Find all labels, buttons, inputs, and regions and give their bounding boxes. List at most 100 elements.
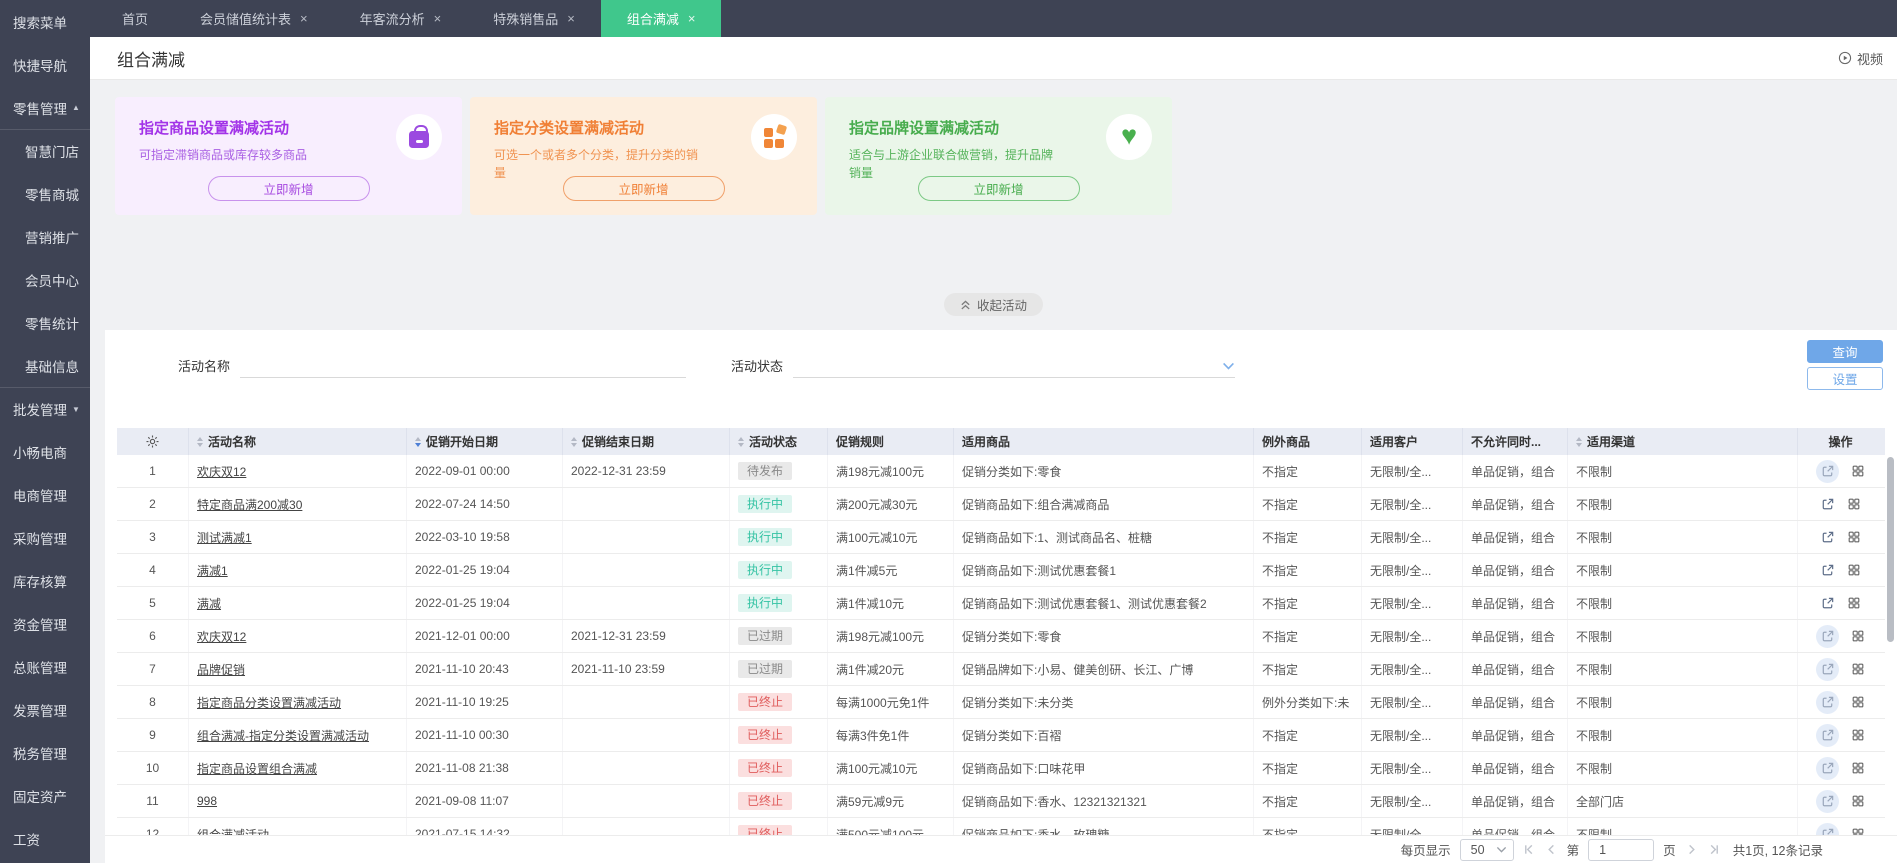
- related-items-icon[interactable]: [1851, 761, 1865, 775]
- activity-name-link[interactable]: 组合满减-指定分类设置满减活动: [197, 727, 369, 744]
- search-button[interactable]: 查询: [1807, 340, 1883, 363]
- prev-page-icon[interactable]: [1545, 843, 1558, 856]
- add-now-button[interactable]: 立即新增: [207, 176, 370, 201]
- sidebar-item[interactable]: 快捷导航: [0, 43, 90, 86]
- open-activity-icon[interactable]: [1816, 756, 1839, 780]
- open-activity-icon[interactable]: [1816, 690, 1839, 714]
- sidebar-item[interactable]: 税务管理: [0, 731, 90, 774]
- add-now-button[interactable]: 立即新增: [917, 176, 1080, 201]
- promo-card: 指定分类设置满减活动 可选一个或者多个分类，提升分类的销量 立即新增: [470, 97, 817, 215]
- sidebar-item[interactable]: 批发管理: [0, 387, 90, 430]
- sidebar-item[interactable]: 搜索菜单: [0, 0, 90, 43]
- conflict-cell: 单品促销，组合: [1463, 554, 1568, 586]
- sidebar-item[interactable]: 总账管理: [0, 645, 90, 688]
- column-header-activity-name[interactable]: 活动名称: [189, 428, 407, 455]
- activity-name-link[interactable]: 满减1: [197, 562, 228, 579]
- rule-cell: 满198元减100元: [828, 455, 954, 487]
- activity-name-link[interactable]: 满减: [197, 595, 221, 612]
- activity-name-link[interactable]: 998: [197, 794, 217, 808]
- related-items-icon[interactable]: [1847, 596, 1861, 610]
- column-header-goods: 适用商品: [954, 428, 1254, 455]
- open-activity-icon[interactable]: [1820, 530, 1835, 545]
- open-activity-icon[interactable]: [1820, 563, 1835, 578]
- close-tab-icon[interactable]: [434, 12, 442, 25]
- settings-button[interactable]: 设置: [1807, 367, 1883, 390]
- sidebar-item[interactable]: 库存核算: [0, 559, 90, 602]
- scrollbar-thumb[interactable]: [1887, 457, 1894, 642]
- activity-name-input[interactable]: [240, 356, 686, 378]
- tab[interactable]: 首页: [96, 0, 174, 37]
- sidebar-item[interactable]: 工资: [0, 817, 90, 860]
- collapse-activities-button[interactable]: 收起活动: [943, 293, 1043, 316]
- activity-name-link[interactable]: 测试满减1: [197, 529, 252, 546]
- page-number-input[interactable]: [1588, 838, 1655, 861]
- open-activity-icon[interactable]: [1816, 459, 1839, 483]
- tab[interactable]: 会员储值统计表: [174, 0, 334, 37]
- open-activity-icon[interactable]: [1816, 624, 1839, 648]
- rule-cell: 满100元减10元: [828, 752, 954, 784]
- sidebar-item[interactable]: 零售管理: [0, 86, 90, 129]
- actions-cell: [1798, 752, 1883, 784]
- related-items-icon[interactable]: [1851, 827, 1865, 835]
- close-tab-icon[interactable]: [300, 12, 308, 25]
- column-header-end-date[interactable]: 促销结束日期: [563, 428, 730, 455]
- sidebar-item[interactable]: 发票管理: [0, 688, 90, 731]
- last-page-icon[interactable]: [1707, 843, 1720, 856]
- tab[interactable]: 年客流分析: [334, 0, 468, 37]
- activity-status-select[interactable]: [793, 356, 1235, 378]
- open-activity-icon[interactable]: [1816, 657, 1839, 681]
- sidebar-item[interactable]: 智慧门店: [0, 129, 90, 172]
- open-activity-icon[interactable]: [1820, 497, 1835, 512]
- close-tab-icon[interactable]: [567, 12, 575, 25]
- tab[interactable]: 特殊销售品: [467, 0, 601, 37]
- sidebar-item[interactable]: 营销推广: [0, 215, 90, 258]
- related-items-icon[interactable]: [1851, 728, 1865, 742]
- gear-icon[interactable]: [145, 434, 160, 449]
- sidebar-item[interactable]: 基础信息: [0, 344, 90, 387]
- activity-name-link[interactable]: 品牌促销: [197, 661, 245, 678]
- conflict-cell: 单品促销，组合: [1463, 587, 1568, 619]
- open-activity-icon[interactable]: [1816, 723, 1839, 747]
- column-header-status[interactable]: 活动状态: [730, 428, 828, 455]
- related-items-icon[interactable]: [1847, 530, 1861, 544]
- sidebar-item[interactable]: 固定资产: [0, 774, 90, 817]
- related-items-icon[interactable]: [1851, 629, 1865, 643]
- open-activity-icon[interactable]: [1816, 789, 1839, 813]
- sidebar-item[interactable]: 会员中心: [0, 258, 90, 301]
- tab[interactable]: 组合满减: [600, 0, 722, 37]
- activity-name-link[interactable]: 欢庆双12: [197, 628, 246, 645]
- page-size-select[interactable]: 50: [1459, 838, 1514, 861]
- close-tab-icon[interactable]: [688, 12, 696, 25]
- related-items-icon[interactable]: [1851, 662, 1865, 676]
- sidebar-item[interactable]: 零售统计: [0, 301, 90, 344]
- related-items-icon[interactable]: [1851, 794, 1865, 808]
- sidebar-item[interactable]: 资金管理: [0, 602, 90, 645]
- status-badge: 已终止: [738, 693, 793, 711]
- add-now-button[interactable]: 立即新增: [562, 176, 725, 201]
- open-activity-icon[interactable]: [1820, 596, 1835, 611]
- sidebar-item[interactable]: 零售商城: [0, 172, 90, 215]
- related-items-icon[interactable]: [1847, 563, 1861, 577]
- activity-name-link[interactable]: 欢庆双12: [197, 463, 246, 480]
- related-items-icon[interactable]: [1851, 695, 1865, 709]
- activity-name-link[interactable]: 指定商品设置组合满减: [197, 760, 317, 777]
- activity-name-link[interactable]: 指定商品分类设置满减活动: [197, 694, 341, 711]
- sidebar-item[interactable]: 小畅电商: [0, 430, 90, 473]
- goods-cell: 促销分类如下:零食: [954, 620, 1254, 652]
- table-scrollbar[interactable]: [1887, 455, 1894, 835]
- column-header-channel[interactable]: 适用渠道: [1568, 428, 1798, 455]
- activity-name-link[interactable]: 组合满减活动: [197, 826, 269, 836]
- related-items-icon[interactable]: [1847, 497, 1861, 511]
- activity-name-link[interactable]: 特定商品满200减30: [197, 496, 302, 513]
- sidebar-item[interactable]: 电商管理: [0, 473, 90, 516]
- column-header-start-date[interactable]: 促销开始日期: [407, 428, 563, 455]
- actions-cell: [1798, 686, 1883, 718]
- row-number: 2: [117, 488, 189, 520]
- open-activity-icon[interactable]: [1816, 822, 1839, 835]
- next-page-icon[interactable]: [1685, 843, 1698, 856]
- video-help-link[interactable]: 视频: [1838, 49, 1883, 68]
- play-circle-icon: [1838, 51, 1852, 65]
- sidebar-item[interactable]: 采购管理: [0, 516, 90, 559]
- first-page-icon[interactable]: [1523, 843, 1536, 856]
- related-items-icon[interactable]: [1851, 464, 1865, 478]
